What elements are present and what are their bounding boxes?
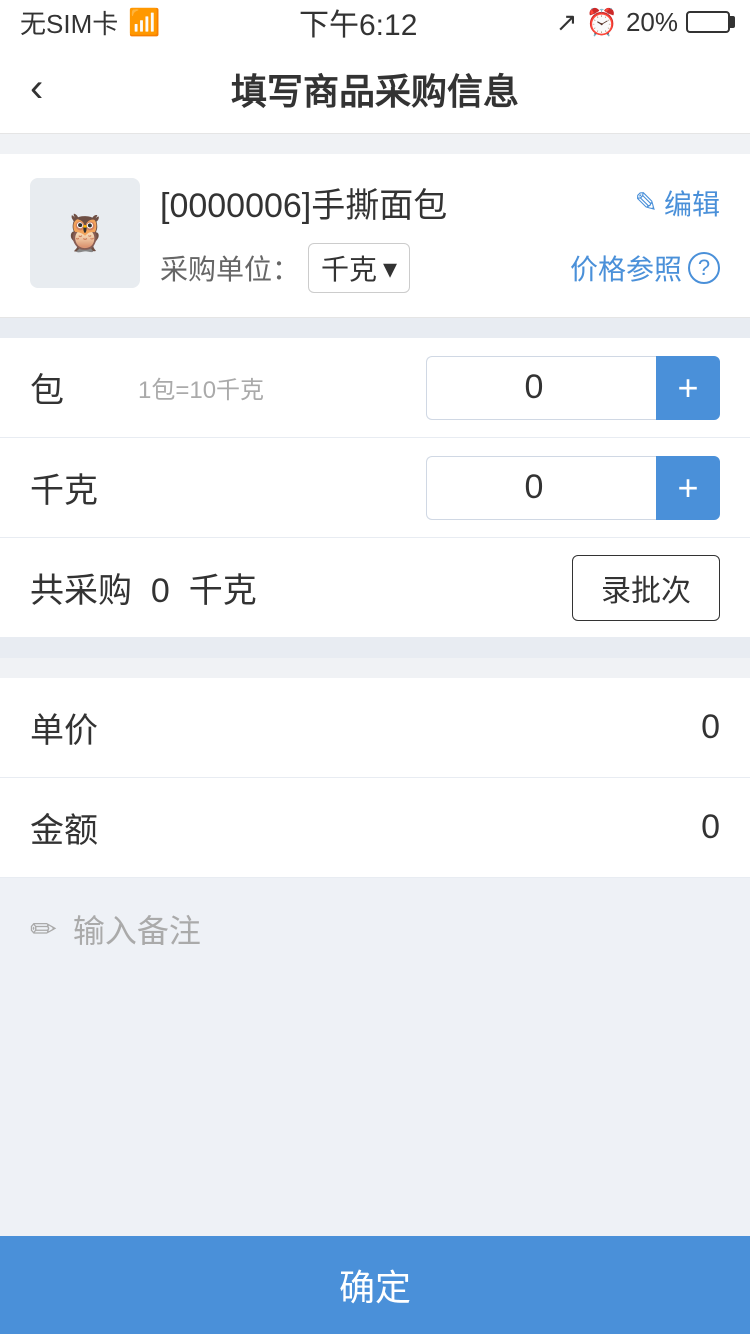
product-card: 🦉 [0000006]手撕面包 ✎ 编辑 采购单位： 千克 ▾ 价格参照 ?: [0, 154, 750, 318]
bottom-space: [0, 980, 750, 1280]
battery-percent: 20%: [626, 7, 678, 38]
bag-input-right: +: [426, 356, 720, 420]
purchase-unit-row: 采购单位： 千克 ▾ 价格参照 ?: [160, 243, 720, 293]
amount-row: 金额 0: [0, 778, 750, 878]
price-ref-link[interactable]: 价格参照 ?: [570, 248, 720, 288]
unit-value: 千克: [321, 248, 377, 288]
product-id: [0000006]: [160, 187, 311, 225]
product-name: [0000006]手撕面包: [160, 178, 447, 227]
summary-text: 共采购 0 千克: [30, 563, 257, 612]
back-button[interactable]: ‹: [30, 66, 43, 111]
amount-value: 0: [701, 808, 720, 847]
kg-input-right: +: [426, 456, 720, 520]
unit-price-label: 单价: [30, 703, 98, 752]
page-title: 填写商品采购信息: [231, 63, 519, 115]
kg-label: 千克: [30, 463, 130, 512]
note-placeholder: 输入备注: [73, 906, 201, 952]
product-title: 手撕面包: [311, 187, 447, 225]
alarm-icon: ⏰: [586, 7, 618, 38]
status-bar-right: ↗ ⏰ 20%: [556, 7, 730, 38]
kg-input-row: 千克 +: [0, 438, 750, 538]
confirm-button[interactable]: 确定: [0, 1236, 750, 1334]
product-name-row: [0000006]手撕面包 ✎ 编辑: [160, 178, 720, 227]
product-logo-icon: 🦉: [63, 212, 108, 254]
bag-sublabel: 1包=10千克: [138, 370, 264, 405]
edit-label: 编辑: [664, 183, 720, 223]
nav-bar: ‹ 填写商品采购信息: [0, 44, 750, 134]
summary-total-value: 0: [151, 572, 170, 610]
kg-plus-button[interactable]: +: [656, 456, 720, 520]
product-info: [0000006]手撕面包 ✎ 编辑 采购单位： 千克 ▾ 价格参照 ?: [160, 178, 720, 293]
dropdown-icon: ▾: [383, 252, 397, 285]
status-bar-left: 无SIM卡 📶: [20, 4, 161, 41]
battery-icon: [686, 11, 730, 33]
section-divider-1: [0, 318, 750, 338]
edit-icon: ✎: [635, 186, 658, 219]
unit-selector-group: 采购单位： 千克 ▾: [160, 243, 410, 293]
info-section: 单价 0 金额 0: [0, 678, 750, 878]
status-bar-time: 下午6:12: [299, 0, 417, 44]
unit-price-value: 0: [701, 708, 720, 747]
bag-qty-input[interactable]: [426, 356, 656, 420]
summary-total-unit: 千克: [189, 572, 257, 610]
quantity-input-section: 包 1包=10千克 + 千克 +: [0, 338, 750, 538]
bag-plus-button[interactable]: +: [656, 356, 720, 420]
pencil-icon: ✏: [30, 910, 57, 948]
price-ref-label: 价格参照: [570, 248, 682, 288]
edit-link[interactable]: ✎ 编辑: [635, 183, 720, 223]
section-divider-2: [0, 638, 750, 658]
note-section[interactable]: ✏ 输入备注: [0, 878, 750, 980]
status-bar: 无SIM卡 📶 下午6:12 ↗ ⏰ 20%: [0, 0, 750, 44]
wifi-icon: 📶: [128, 7, 160, 38]
price-ref-question-icon: ?: [688, 252, 720, 284]
product-image: 🦉: [30, 178, 140, 288]
unit-select[interactable]: 千克 ▾: [308, 243, 410, 293]
summary-total-label: 共采购: [30, 572, 132, 610]
kg-qty-input[interactable]: [426, 456, 656, 520]
bag-input-row: 包 1包=10千克 +: [0, 338, 750, 438]
unit-price-row: 单价 0: [0, 678, 750, 778]
summary-row: 共采购 0 千克 录批次: [0, 538, 750, 638]
location-icon: ↗: [556, 7, 578, 38]
bag-label: 包: [30, 363, 130, 412]
amount-label: 金额: [30, 803, 98, 852]
batch-button[interactable]: 录批次: [572, 555, 720, 621]
signal-text: 无SIM卡: [20, 4, 118, 41]
purchase-unit-label: 采购单位：: [160, 248, 300, 288]
